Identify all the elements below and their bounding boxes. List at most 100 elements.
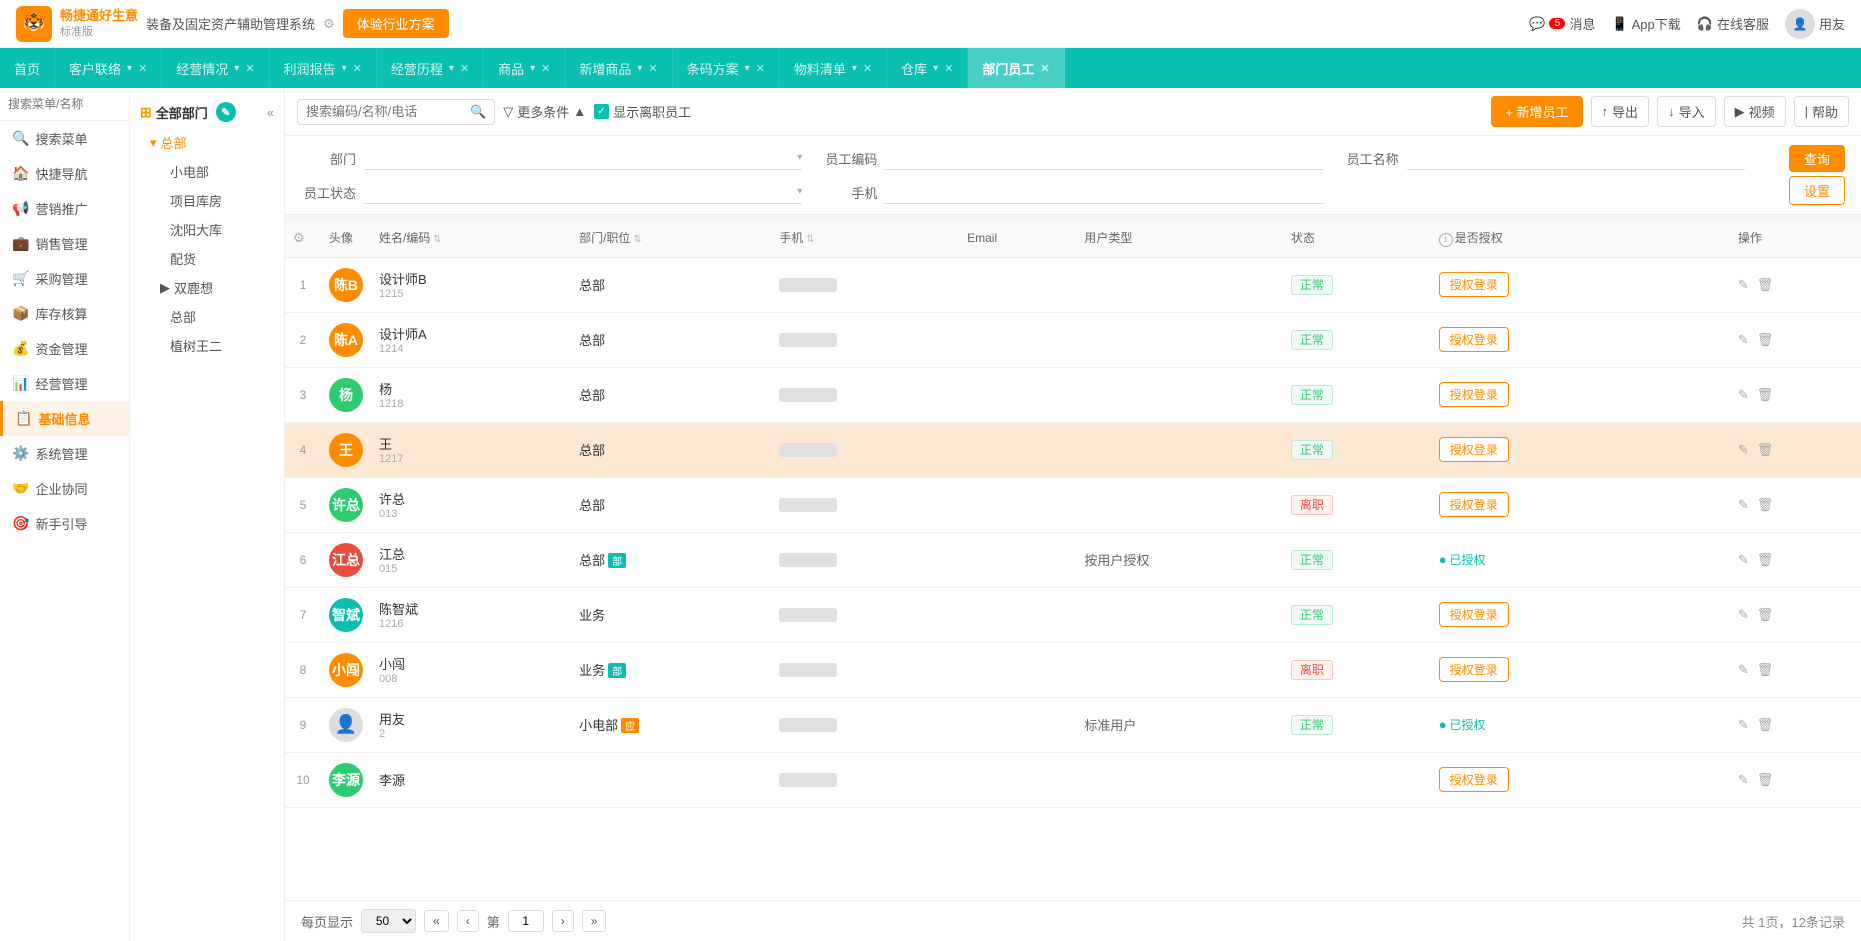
delete-icon[interactable]: 🗑 — [1757, 717, 1774, 733]
delete-icon[interactable]: 🗑 — [1757, 442, 1774, 458]
export-button[interactable]: ↑ 导出 — [1591, 96, 1650, 127]
tab-operations[interactable]: 经营情况▾✕ — [162, 48, 269, 88]
tab-warehouse[interactable]: 仓库▾✕ — [887, 48, 968, 88]
tab-close[interactable]: ✕ — [648, 62, 657, 75]
more-filter-button[interactable]: ▽ 更多条件 ▲ — [503, 102, 586, 121]
authorize-button[interactable]: 授权登录 — [1439, 327, 1509, 352]
th-dept[interactable]: 部门/职位 — [571, 219, 771, 257]
sidebar-item-finance[interactable]: 💰资金管理 — [0, 331, 129, 366]
sidebar-item-business[interactable]: 📊经营管理 — [0, 366, 129, 401]
dept-tree-item-shenyang[interactable]: 沈阳大库 — [150, 215, 284, 244]
sidebar-item-sales[interactable]: 💼销售管理 — [0, 226, 129, 261]
tab-close[interactable]: ✕ — [138, 62, 147, 75]
tab-close[interactable]: ✕ — [460, 62, 469, 75]
tab-bom[interactable]: 物料清单▾✕ — [780, 48, 887, 88]
tab-home[interactable]: 首页 — [0, 48, 55, 88]
emp-status-select[interactable] — [364, 184, 797, 199]
edit-icon[interactable]: ✎ — [1738, 607, 1749, 623]
dept-select[interactable] — [364, 150, 797, 165]
tab-close[interactable]: ✕ — [353, 62, 362, 75]
th-name[interactable]: 姓名/编码 — [371, 219, 571, 257]
sidebar-search-input[interactable] — [8, 97, 130, 111]
page-number-input[interactable] — [508, 910, 544, 932]
tab-close[interactable]: ✕ — [541, 62, 550, 75]
dept-edit-button[interactable]: ✎ — [216, 102, 236, 122]
user-menu[interactable]: 👤 用友 — [1785, 9, 1845, 39]
delete-icon[interactable]: 🗑 — [1757, 497, 1774, 513]
authorize-button[interactable]: 授权登录 — [1439, 437, 1509, 462]
set-button[interactable]: 设置 — [1789, 176, 1845, 205]
dept-tree-item-small[interactable]: 小电部 — [150, 157, 284, 186]
authorize-button[interactable]: 授权登录 — [1439, 382, 1509, 407]
edit-icon[interactable]: ✎ — [1738, 552, 1749, 568]
delete-icon[interactable]: 🗑 — [1757, 662, 1774, 678]
tab-add-product[interactable]: 新增商品▾✕ — [565, 48, 672, 88]
delete-icon[interactable]: 🗑 — [1757, 607, 1774, 623]
tab-close[interactable]: ✕ — [944, 62, 953, 75]
th-phone[interactable]: 手机 — [771, 219, 959, 257]
online-service-button[interactable]: 🎧 在线客服 — [1697, 14, 1769, 33]
authorize-button[interactable]: 授权登录 — [1439, 272, 1509, 297]
dept-tree-parent-dual[interactable]: ▶ 双鹿想 — [150, 273, 284, 302]
dept-tree-item-zhushu[interactable]: 植树王二 — [150, 331, 284, 360]
messages-button[interactable]: 💬 5 消息 — [1529, 14, 1595, 33]
search-input[interactable] — [306, 104, 466, 119]
authorize-button[interactable]: 授权登录 — [1439, 767, 1509, 792]
authorize-button[interactable]: 授权登录 — [1439, 492, 1509, 517]
settings-icon[interactable]: ⚙ — [323, 16, 335, 32]
add-employee-button[interactable]: + 新增员工 — [1491, 96, 1582, 127]
edit-icon[interactable]: ✎ — [1738, 662, 1749, 678]
prev-page-button[interactable]: ‹ — [457, 910, 479, 932]
sidebar-item-purchase[interactable]: 🛒采购管理 — [0, 261, 129, 296]
delete-icon[interactable]: 🗑 — [1757, 387, 1774, 403]
edit-icon[interactable]: ✎ — [1738, 772, 1749, 788]
tab-employees[interactable]: 部门员工✕ — [968, 48, 1064, 88]
tab-customer[interactable]: 客户联络▾✕ — [55, 48, 162, 88]
show-resigned-checkbox[interactable]: ✓ — [594, 104, 609, 119]
trial-button[interactable]: 体验行业方案 — [343, 9, 449, 38]
emp-code-input[interactable] — [885, 146, 1323, 170]
dept-tree-item-general2[interactable]: 总部 — [150, 302, 284, 331]
sidebar-item-basic[interactable]: 📋基础信息 — [0, 401, 129, 436]
sidebar-item-collab[interactable]: 🤝企业协同 — [0, 471, 129, 506]
table-settings-icon[interactable]: ⚙ — [293, 230, 305, 245]
tab-close[interactable]: ✕ — [863, 62, 872, 75]
app-download-button[interactable]: 📱 App下载 — [1611, 14, 1680, 33]
tab-close[interactable]: ✕ — [245, 62, 254, 75]
help-button[interactable]: | 帮助 — [1794, 96, 1849, 127]
phone-input[interactable] — [885, 180, 1323, 204]
dept-tree-item-distribution[interactable]: 配货 — [150, 244, 284, 273]
auth-info-icon[interactable]: i — [1439, 233, 1453, 247]
sidebar-item-nav[interactable]: 🏠快捷导航 — [0, 156, 129, 191]
edit-icon[interactable]: ✎ — [1738, 497, 1749, 513]
sidebar-item-marketing[interactable]: 📢营销推广 — [0, 191, 129, 226]
delete-icon[interactable]: 🗑 — [1757, 277, 1774, 293]
edit-icon[interactable]: ✎ — [1738, 332, 1749, 348]
edit-icon[interactable]: ✎ — [1738, 277, 1749, 293]
dept-collapse-button[interactable]: « — [267, 105, 274, 120]
last-page-button[interactable]: » — [582, 910, 607, 932]
emp-name-input[interactable] — [1407, 146, 1745, 170]
query-button[interactable]: 查询 — [1789, 145, 1845, 172]
dept-tree-parent-general[interactable]: ▾ 总部 — [140, 128, 284, 157]
edit-icon[interactable]: ✎ — [1738, 387, 1749, 403]
sidebar-item-guide[interactable]: 🎯新手引导 — [0, 506, 129, 541]
sidebar-item-system[interactable]: ⚙️系统管理 — [0, 436, 129, 471]
tab-history[interactable]: 经营历程▾✕ — [377, 48, 484, 88]
per-page-select[interactable]: 50 100 — [361, 909, 416, 933]
import-button[interactable]: ↓ 导入 — [1657, 96, 1716, 127]
delete-icon[interactable]: 🗑 — [1757, 332, 1774, 348]
edit-icon[interactable]: ✎ — [1738, 717, 1749, 733]
tab-profit[interactable]: 利润报告▾✕ — [270, 48, 377, 88]
authorize-button[interactable]: 授权登录 — [1439, 602, 1509, 627]
next-page-button[interactable]: › — [552, 910, 574, 932]
sidebar-item-inventory[interactable]: 📦库存核算 — [0, 296, 129, 331]
delete-icon[interactable]: 🗑 — [1757, 772, 1774, 788]
delete-icon[interactable]: 🗑 — [1757, 552, 1774, 568]
tab-close[interactable]: ✕ — [756, 62, 765, 75]
view-button[interactable]: ▶ 视频 — [1724, 96, 1786, 127]
th-settings[interactable]: ⚙ — [285, 219, 321, 257]
authorize-button[interactable]: 授权登录 — [1439, 657, 1509, 682]
edit-icon[interactable]: ✎ — [1738, 442, 1749, 458]
tab-barcode[interactable]: 条码方案▾✕ — [673, 48, 780, 88]
